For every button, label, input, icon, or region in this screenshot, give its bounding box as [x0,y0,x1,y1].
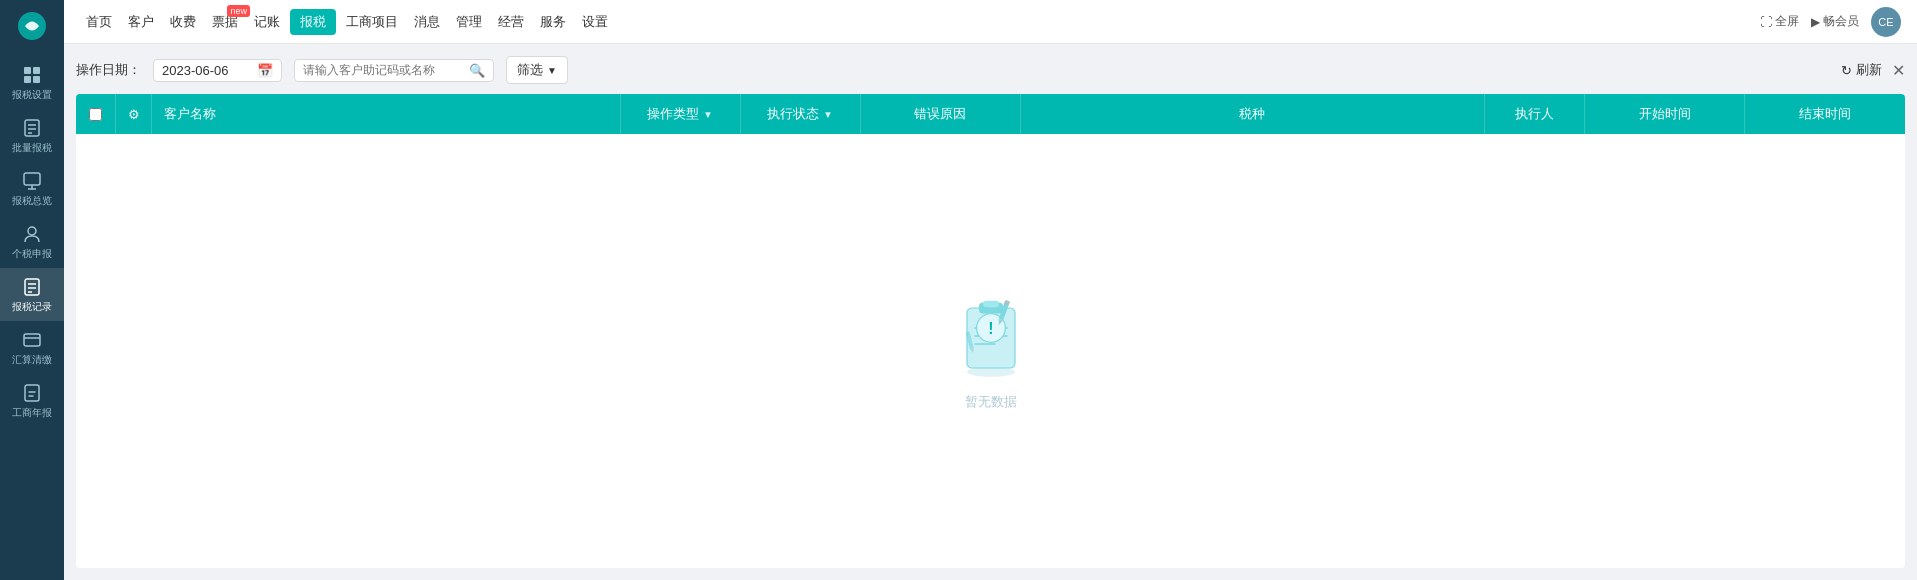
svg-rect-23 [983,301,999,307]
th-checkbox[interactable] [76,94,116,134]
avatar[interactable]: CE [1871,7,1901,37]
fullscreen-btn[interactable]: ⛶ 全屏 [1760,13,1799,30]
sidebar-label-tax-overview: 报税总览 [12,195,52,207]
nav-items: 首页客户收费票据new记账报税工商项目消息管理经营服务设置 [80,9,1760,35]
empty-state: ! 暂无数据 [76,134,1905,568]
calendar-icon: 📅 [257,63,273,78]
sidebar-icon-batch-tax [21,117,43,139]
sidebar-item-personal-tax[interactable]: 个税申报 [0,215,64,268]
refresh-button[interactable]: ↻ 刷新 [1841,61,1882,79]
close-button[interactable]: ✕ [1892,61,1905,80]
sidebar-icon-tax-records [21,276,43,298]
gear-icon: ⚙ [128,107,140,122]
page-content: 操作日期： 📅 🔍 筛选 ▼ ↻ 刷新 ✕ [64,44,1917,580]
svg-rect-9 [24,173,40,185]
nav-item-billing[interactable]: 收费 [164,9,202,35]
search-box[interactable]: 🔍 [294,59,494,82]
sidebar-label-annual-report: 工商年报 [12,407,52,419]
fullscreen-icon: ⛶ [1760,15,1772,29]
filter-op-type-icon: ▼ [703,109,713,120]
sidebar-label-tax-settings: 报税设置 [12,89,52,101]
sidebar-icon-settlement [21,329,43,351]
refresh-icon: ↻ [1841,63,1852,78]
svg-rect-3 [24,76,31,83]
filter-status-icon: ▼ [823,109,833,120]
filter-label: 筛选 [517,61,543,79]
sidebar-item-settlement[interactable]: 汇算清缴 [0,321,64,374]
toolbar-right: ↻ 刷新 ✕ [1841,61,1905,80]
search-icon: 🔍 [469,63,485,78]
member-btn[interactable]: ▶ 畅会员 [1811,13,1859,30]
th-start-time: 开始时间 [1585,94,1745,134]
nav-item-invoice[interactable]: 票据new [206,9,244,35]
svg-text:!: ! [988,320,993,337]
nav-item-message[interactable]: 消息 [408,9,446,35]
sidebar-label-batch-tax: 批量报税 [12,142,52,154]
sidebar-icon-tax-settings [21,64,43,86]
svg-rect-17 [24,334,40,346]
svg-point-12 [28,227,36,235]
chevron-down-icon: ▼ [547,65,557,76]
sidebar-icon-tax-overview [21,170,43,192]
svg-rect-4 [33,76,40,83]
toolbar: 操作日期： 📅 🔍 筛选 ▼ ↻ 刷新 ✕ [76,56,1905,84]
table-container: ⚙ 客户名称 操作类型 ▼ 执行状态 ▼ 错误原因 税种 [76,94,1905,568]
th-error: 错误原因 [861,94,1021,134]
th-name: 客户名称 [152,94,621,134]
sidebar-label-tax-records: 报税记录 [12,301,52,313]
select-all-checkbox[interactable] [89,108,102,121]
svg-rect-1 [24,67,31,74]
empty-text: 暂无数据 [965,393,1017,411]
table-header: ⚙ 客户名称 操作类型 ▼ 执行状态 ▼ 错误原因 税种 [76,94,1905,134]
date-picker[interactable]: 📅 [153,59,282,82]
sidebar-icon-personal-tax [21,223,43,245]
sidebar: 报税设置 批量报税 报税总览 个税申报 报税记录 汇算清缴 工商年报 [0,0,64,580]
svg-point-20 [967,367,1015,377]
topnav: 首页客户收费票据new记账报税工商项目消息管理经营服务设置 ⛶ 全屏 ▶ 畅会员… [64,0,1917,44]
sidebar-item-tax-settings[interactable]: 报税设置 [0,56,64,109]
nav-item-business[interactable]: 工商项目 [340,9,404,35]
nav-item-settings[interactable]: 设置 [576,9,614,35]
sidebar-item-tax-overview[interactable]: 报税总览 [0,162,64,215]
topnav-right: ⛶ 全屏 ▶ 畅会员 CE [1760,7,1901,37]
nav-item-manage[interactable]: 管理 [450,9,488,35]
date-input[interactable] [162,63,252,78]
nav-badge-invoice: new [227,5,250,17]
filter-button[interactable]: 筛选 ▼ [506,56,568,84]
sidebar-icon-annual-report [21,382,43,404]
nav-item-customer[interactable]: 客户 [122,9,160,35]
main-wrapper: 首页客户收费票据new记账报税工商项目消息管理经营服务设置 ⛶ 全屏 ▶ 畅会员… [64,0,1917,580]
th-status: 执行状态 ▼ [741,94,861,134]
nav-item-operation[interactable]: 经营 [492,9,530,35]
sidebar-item-annual-report[interactable]: 工商年报 [0,374,64,427]
app-logo[interactable] [14,8,50,44]
nav-item-service[interactable]: 服务 [534,9,572,35]
th-tax: 税种 [1021,94,1486,134]
th-end-time: 结束时间 [1745,94,1905,134]
date-label: 操作日期： [76,61,141,79]
sidebar-label-settlement: 汇算清缴 [12,354,52,366]
member-icon: ▶ [1811,15,1820,29]
empty-illustration: ! [951,291,1031,381]
nav-item-home[interactable]: 首页 [80,9,118,35]
nav-item-accounting[interactable]: 记账 [248,9,286,35]
nav-item-tax[interactable]: 报税 [290,9,336,35]
sidebar-label-personal-tax: 个税申报 [12,248,52,260]
svg-rect-2 [33,67,40,74]
svg-rect-19 [25,385,39,401]
th-executor: 执行人 [1485,94,1585,134]
sidebar-item-tax-records[interactable]: 报税记录 [0,268,64,321]
th-gear[interactable]: ⚙ [116,94,152,134]
sidebar-item-batch-tax[interactable]: 批量报税 [0,109,64,162]
table-body: ! 暂无数据 [76,134,1905,568]
th-op-type: 操作类型 ▼ [621,94,741,134]
search-input[interactable] [303,63,464,77]
